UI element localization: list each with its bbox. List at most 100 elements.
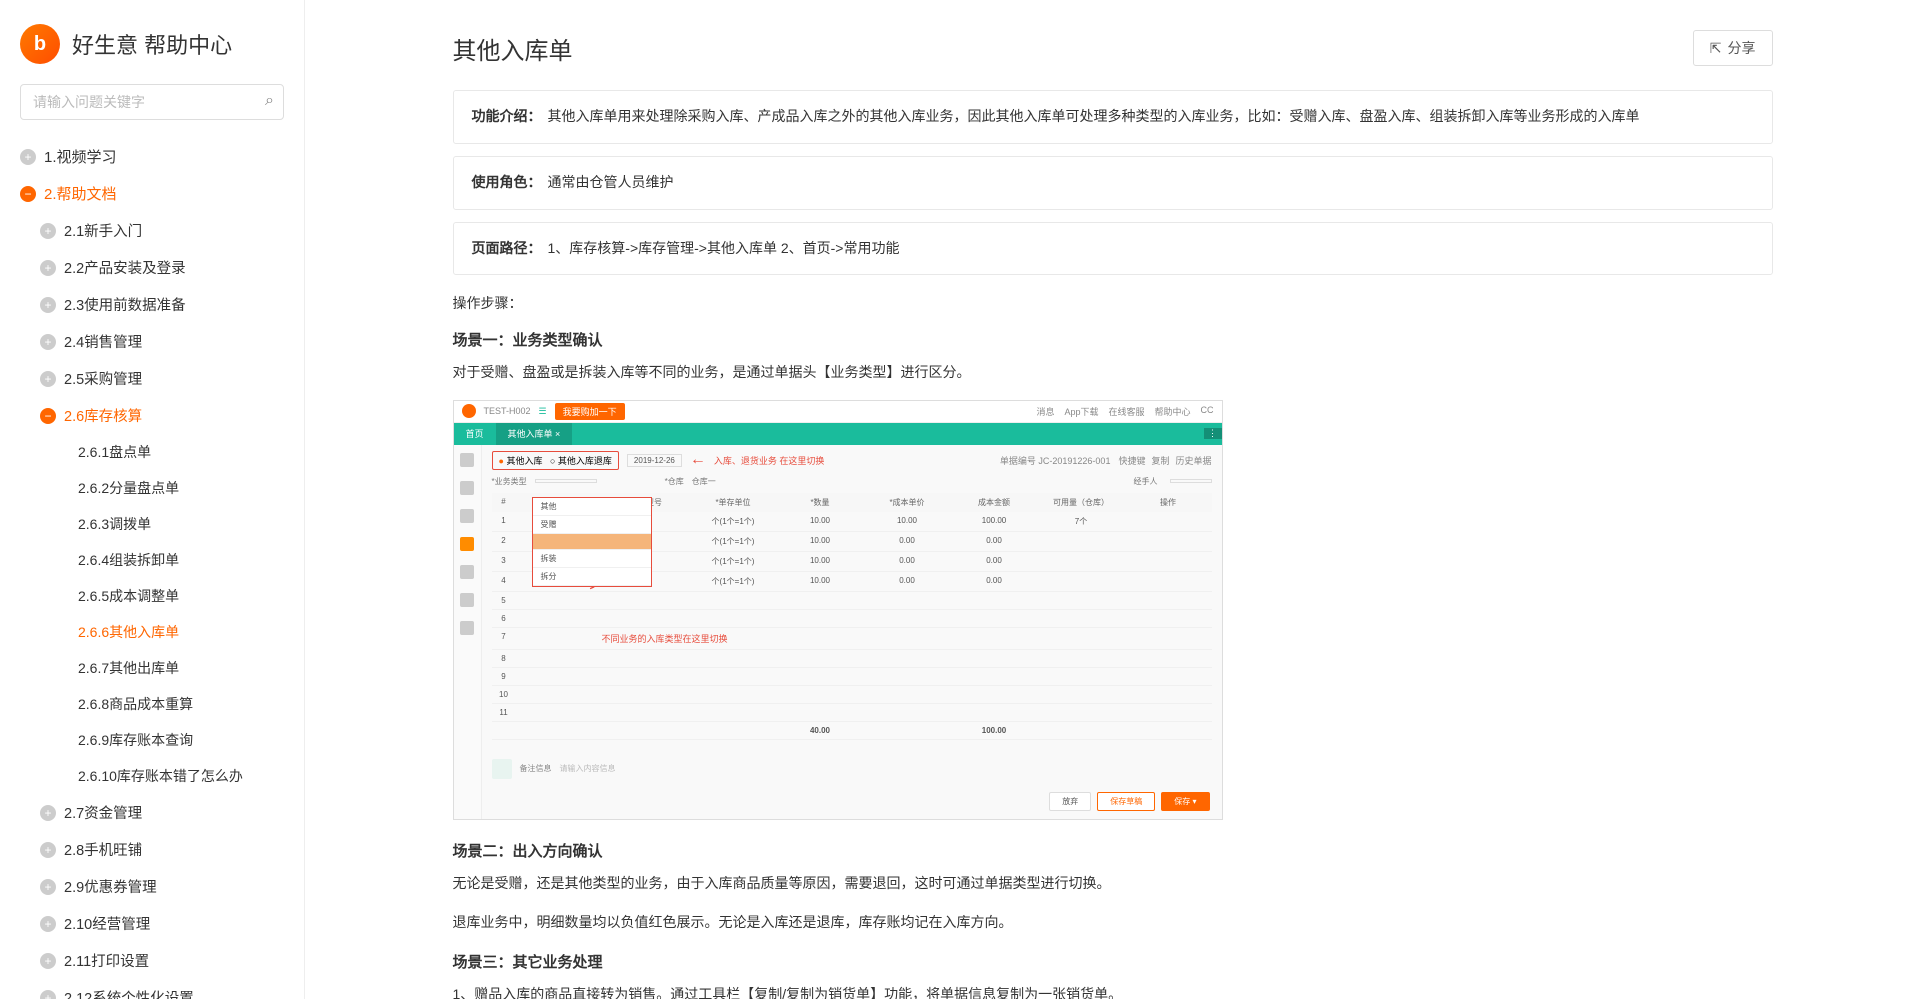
- nav-item[interactable]: 2.10经营管理: [20, 905, 284, 942]
- ss-btn-draft: 保存草稿: [1097, 792, 1155, 811]
- logo-text: 好生意 帮助中心: [72, 28, 232, 60]
- nav-label: 2.6.6其他入库单: [78, 622, 179, 642]
- nav-label: 2.6.4组装拆卸单: [78, 550, 179, 570]
- share-label: 分享: [1728, 38, 1756, 58]
- nav-label: 2.9优惠券管理: [64, 876, 157, 897]
- nav-label: 2.6.5成本调整单: [78, 586, 179, 606]
- nav: 1.视频学习 2.帮助文档 2.1新手入门 2.2产品安装及登录 2.3使用前数据准备 2…: [0, 138, 304, 999]
- ss-radio-group: ● 其他入库 ○ 其他入库退库: [492, 451, 619, 470]
- content: 其他入库单 ⇱ 分享 功能介绍： 其他入库单用来处理除采购入库、产成品入库之外的其…: [413, 0, 1813, 999]
- expand-icon: [20, 149, 36, 165]
- expand-icon: [40, 371, 56, 387]
- ss-tab-current: 其他入库单 ×: [496, 423, 573, 445]
- nav-label: 2.12系统个性化设置: [64, 987, 194, 999]
- ss-tab-home: 首页: [454, 423, 496, 445]
- scene2-text2: 退库业务中，明细数量均以负值红色展示。无论是入库还是退库，库存账均记在入库方向。: [453, 910, 1773, 935]
- scene1-title: 场景一：业务类型确认: [453, 329, 1773, 350]
- nav-item[interactable]: 2.6.7其他出库单: [20, 650, 284, 686]
- nav-item[interactable]: 2.帮助文档: [20, 175, 284, 212]
- path-label: 页面路径：: [472, 240, 542, 256]
- intro-text: 其他入库单用来处理除采购入库、产成品入库之外的其他入库业务，因此其他入库单可处理…: [548, 108, 1640, 124]
- search-icon[interactable]: ⌕: [265, 92, 274, 110]
- collapse-icon: [40, 408, 56, 424]
- nav-item[interactable]: 2.11打印设置: [20, 942, 284, 979]
- role-box: 使用角色：通常由仓管人员维护: [453, 156, 1773, 210]
- search-box: ⌕: [20, 84, 284, 120]
- nav-label: 2.6.3调拨单: [78, 514, 151, 534]
- ss-tab-close-icon: ⋮: [1204, 428, 1222, 439]
- nav-item[interactable]: 2.6.3调拨单: [20, 506, 284, 542]
- share-button[interactable]: ⇱ 分享: [1693, 30, 1773, 66]
- nav-item[interactable]: 2.6.1盘点单: [20, 434, 284, 470]
- nav-item[interactable]: 2.6.2分量盘点单: [20, 470, 284, 506]
- nav-item[interactable]: 2.1新手入门: [20, 212, 284, 249]
- ss-top-btn: 我要购加一下: [555, 403, 625, 420]
- nav-label: 2.2产品安装及登录: [64, 257, 186, 278]
- nav-item[interactable]: 2.6.5成本调整单: [20, 578, 284, 614]
- path-text: 1、库存核算->库存管理->其他入库单 2、首页->常用功能: [548, 240, 900, 256]
- ss-sidebar: [454, 445, 482, 819]
- scene2-text1: 无论是受赠，还是其他类型的业务，由于入库商品质量等原因，需要退回，这时可通过单据…: [453, 871, 1773, 896]
- nav-item[interactable]: 2.6.8商品成本重算: [20, 686, 284, 722]
- ss-env: TEST-H002: [484, 406, 531, 416]
- ss-anno1: 入库、退货业务 在这里切换: [714, 454, 825, 467]
- path-box: 页面路径： 1、库存核算->库存管理->其他入库单 2、首页->常用功能: [453, 222, 1773, 276]
- logo-icon: b: [20, 24, 60, 64]
- nav-item[interactable]: 1.视频学习: [20, 138, 284, 175]
- nav-item[interactable]: 2.6.9库存账本查询: [20, 722, 284, 758]
- scene2-title: 场景二：出入方向确认: [453, 840, 1773, 861]
- nav-item[interactable]: 2.2产品安装及登录: [20, 249, 284, 286]
- expand-icon: [40, 842, 56, 858]
- nav-label: 2.6.2分量盘点单: [78, 478, 179, 498]
- ss-sidebar-active-icon: [460, 537, 474, 551]
- expand-icon: [40, 297, 56, 313]
- nav-label: 2.8手机旺铺: [64, 839, 142, 860]
- logo-row: b 好生意 帮助中心: [0, 0, 304, 84]
- ss-btn-discard: 放弃: [1049, 792, 1091, 811]
- expand-icon: [40, 916, 56, 932]
- nav-item[interactable]: 2.8手机旺铺: [20, 831, 284, 868]
- sidebar: b 好生意 帮助中心 ⌕ 1.视频学习 2.帮助文档 2.1新手入门 2.2产品安装及…: [0, 0, 305, 999]
- expand-icon: [40, 953, 56, 969]
- intro-box: 功能介绍： 其他入库单用来处理除采购入库、产成品入库之外的其他入库业务，因此其他入…: [453, 90, 1773, 144]
- ss-biztype-dropdown: 其他受赠 拆装拆分: [532, 497, 652, 587]
- title-row: 其他入库单 ⇱ 分享: [453, 30, 1773, 66]
- expand-icon: [40, 334, 56, 350]
- scene1-text: 对于受赠、盘盈或是拆装入库等不同的业务，是通过单据头【业务类型】进行区分。: [453, 360, 1773, 385]
- main: 其他入库单 ⇱ 分享 功能介绍： 其他入库单用来处理除采购入库、产成品入库之外的其…: [305, 0, 1920, 999]
- expand-icon: [40, 260, 56, 276]
- expand-icon: [40, 990, 56, 999]
- nav-item[interactable]: 2.5采购管理: [20, 360, 284, 397]
- nav-label: 2.4销售管理: [64, 331, 142, 352]
- nav-label: 2.10经营管理: [64, 913, 150, 934]
- share-icon: ⇱: [1710, 40, 1722, 57]
- scene3-title: 场景三：其它业务处理: [453, 951, 1773, 972]
- collapse-icon: [20, 186, 36, 202]
- ss-btn-save: 保存 ▾: [1161, 792, 1209, 811]
- nav-label: 2.6.8商品成本重算: [78, 694, 193, 714]
- nav-label: 2.3使用前数据准备: [64, 294, 186, 315]
- nav-item[interactable]: 2.12系统个性化设置: [20, 979, 284, 999]
- nav-item[interactable]: 2.7资金管理: [20, 794, 284, 831]
- ss-logo-icon: [462, 404, 476, 418]
- nav-item[interactable]: 2.4销售管理: [20, 323, 284, 360]
- nav-label: 2.11打印设置: [64, 950, 149, 971]
- nav-item[interactable]: 2.9优惠券管理: [20, 868, 284, 905]
- scene3-text: 1、赠品入库的商品直接转为销售。通过工具栏【复制/复制为销货单】功能，将单据信息…: [453, 982, 1773, 999]
- nav-label: 2.帮助文档: [44, 183, 117, 204]
- nav-item[interactable]: 2.6.6其他入库单: [20, 614, 284, 650]
- intro-label: 功能介绍：: [472, 108, 542, 124]
- nav-item[interactable]: 2.6库存核算: [20, 397, 284, 434]
- nav-label: 2.6.7其他出库单: [78, 658, 179, 678]
- nav-item[interactable]: 2.3使用前数据准备: [20, 286, 284, 323]
- search-input[interactable]: [20, 84, 284, 120]
- nav-item[interactable]: 2.6.4组装拆卸单: [20, 542, 284, 578]
- nav-label: 2.6.10库存账本错了怎么办: [78, 766, 243, 786]
- nav-label: 2.6.1盘点单: [78, 442, 151, 462]
- nav-label: 2.6.9库存账本查询: [78, 730, 193, 750]
- steps-label: 操作步骤：: [453, 293, 1773, 313]
- nav-item[interactable]: 2.6.10库存账本错了怎么办: [20, 758, 284, 794]
- expand-icon: [40, 879, 56, 895]
- role-text: 通常由仓管人员维护: [548, 174, 674, 190]
- ss-date: 2019-12-26: [627, 454, 682, 467]
